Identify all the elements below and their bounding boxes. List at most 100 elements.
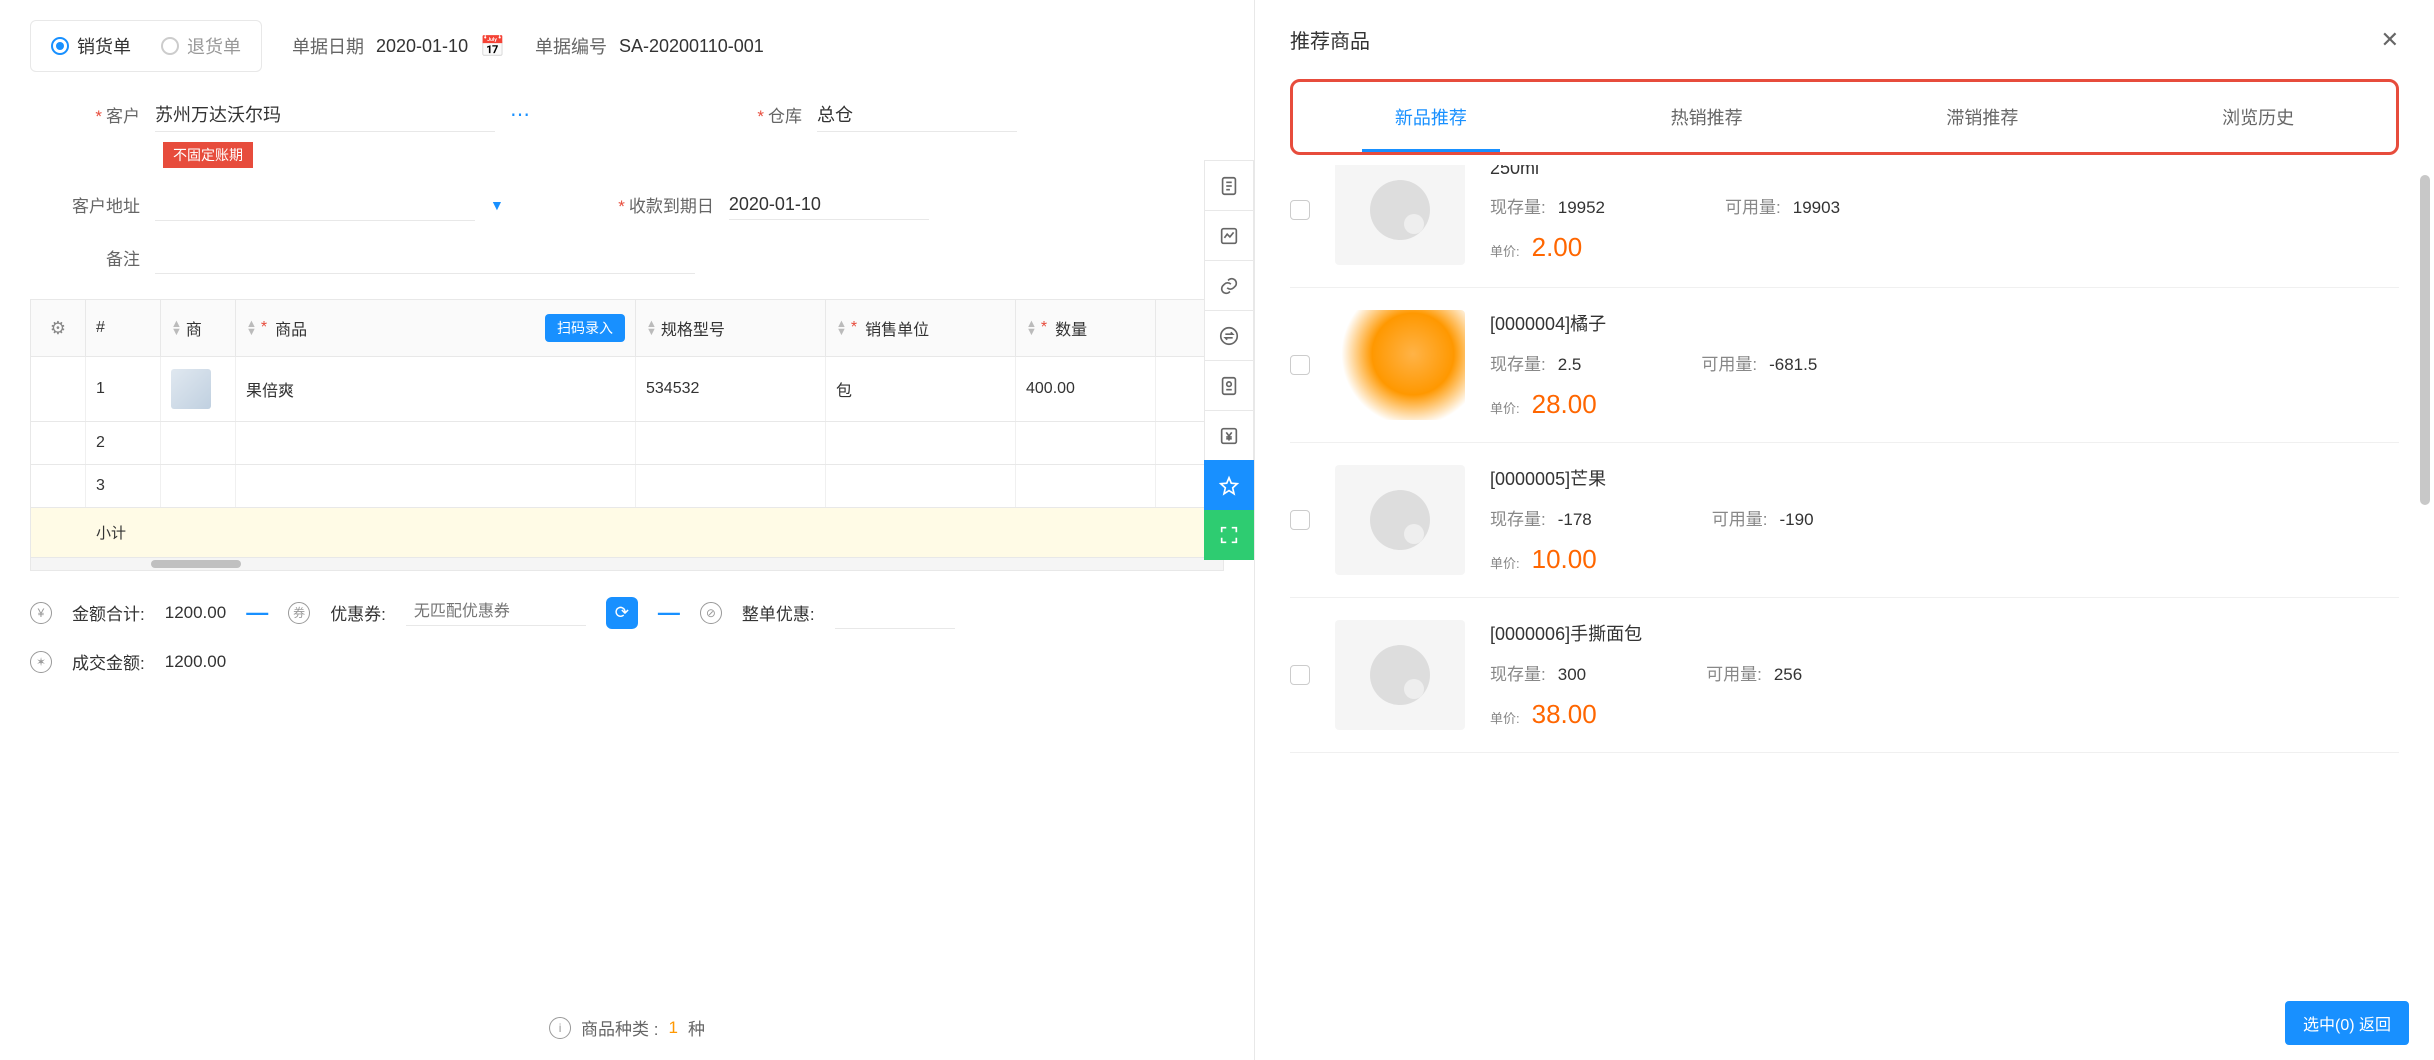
coupon-refresh-button[interactable]: ⟳ bbox=[606, 597, 638, 629]
total-label: 金额合计: bbox=[72, 600, 145, 625]
stock-value: 19952 bbox=[1558, 198, 1605, 218]
product-checkbox[interactable] bbox=[1290, 200, 1310, 220]
recommend-tabs-highlight: 新品推荐 热销推荐 滞销推荐 浏览历史 bbox=[1290, 79, 2399, 155]
num-label: 单据编号 bbox=[535, 33, 607, 59]
coupon-input[interactable] bbox=[406, 599, 586, 626]
sort-icon[interactable]: ▲▼ bbox=[171, 320, 182, 336]
tool-chart-icon[interactable] bbox=[1204, 210, 1254, 260]
col-unit: 销售单位 bbox=[865, 316, 929, 340]
table-row[interactable]: 2 bbox=[31, 422, 1223, 465]
avail-label: 可用量: bbox=[1701, 350, 1757, 375]
tab-sales-label: 销货单 bbox=[77, 33, 131, 59]
row-qty: 400.00 bbox=[1016, 357, 1156, 421]
avail-label: 可用量: bbox=[1712, 505, 1768, 530]
table-row[interactable]: 1 果倍爽 534532 包 400.00 bbox=[31, 357, 1223, 422]
product-image bbox=[1335, 310, 1465, 420]
tool-star-icon[interactable] bbox=[1204, 460, 1254, 510]
adjust-input[interactable] bbox=[835, 596, 955, 629]
tab-new-products[interactable]: 新品推荐 bbox=[1293, 90, 1569, 144]
due-value[interactable]: 2020-01-10 bbox=[729, 190, 929, 220]
address-label: 客户地址 bbox=[30, 192, 140, 217]
customer-value[interactable]: 苏州万达沃尔玛 bbox=[155, 97, 495, 132]
price-label: 单价: bbox=[1490, 241, 1520, 260]
row-product bbox=[236, 465, 636, 507]
side-toolbar bbox=[1204, 160, 1254, 560]
settle-icon: ✶ bbox=[30, 651, 52, 673]
types-unit: 种 bbox=[688, 1015, 705, 1040]
address-input[interactable] bbox=[155, 188, 475, 221]
scan-input-button[interactable]: 扫码录入 bbox=[545, 314, 625, 342]
tool-link-icon[interactable] bbox=[1204, 260, 1254, 310]
tool-doc-icon[interactable] bbox=[1204, 160, 1254, 210]
sort-icon[interactable]: ▲▼ bbox=[246, 320, 257, 336]
yen-icon: ¥ bbox=[30, 602, 52, 624]
tab-sales[interactable]: 销货单 bbox=[51, 33, 131, 59]
dash-icon: — bbox=[658, 600, 680, 626]
row-product bbox=[236, 422, 636, 464]
tab-returns[interactable]: 退货单 bbox=[161, 33, 241, 59]
avail-label: 可用量: bbox=[1706, 660, 1762, 685]
product-checkbox[interactable] bbox=[1290, 510, 1310, 530]
tool-expand-icon[interactable] bbox=[1204, 510, 1254, 560]
select-return-button[interactable]: 选中(0) 返回 bbox=[2285, 1001, 2409, 1045]
product-item: 250ml 现存量:19952 可用量:19903 单价:2.00 bbox=[1290, 165, 2399, 288]
sort-icon[interactable]: ▲▼ bbox=[646, 320, 657, 336]
remark-input[interactable] bbox=[155, 241, 695, 274]
stock-label: 现存量: bbox=[1490, 660, 1546, 685]
product-image bbox=[1335, 465, 1465, 575]
product-item: [0000006]手撕面包 现存量:300 可用量:256 单价:38.00 bbox=[1290, 598, 2399, 753]
row-spec bbox=[636, 465, 826, 507]
stock-value: 300 bbox=[1558, 665, 1586, 685]
col-spec: 规格型号 bbox=[661, 316, 725, 340]
row-qty bbox=[1016, 422, 1156, 464]
vertical-scrollbar[interactable] bbox=[2420, 175, 2430, 505]
product-checkbox[interactable] bbox=[1290, 665, 1310, 685]
product-item: [0000004]橘子 现存量:2.5 可用量:-681.5 单价:28.00 bbox=[1290, 288, 2399, 443]
date-value[interactable]: 2020-01-10 bbox=[376, 36, 468, 57]
tool-swap-icon[interactable] bbox=[1204, 310, 1254, 360]
row-unit bbox=[826, 465, 1016, 507]
stock-label: 现存量: bbox=[1490, 505, 1546, 530]
col-qty: 数量 bbox=[1055, 316, 1087, 340]
discount-icon: ⊘ bbox=[700, 602, 722, 624]
warehouse-value[interactable]: 总仓 bbox=[817, 97, 1017, 132]
product-item: [0000005]芒果 现存量:-178 可用量:-190 单价:10.00 bbox=[1290, 443, 2399, 598]
col-product: 商品 bbox=[275, 316, 307, 340]
gear-icon[interactable]: ⚙ bbox=[50, 318, 66, 339]
tool-yen-icon[interactable] bbox=[1204, 410, 1254, 460]
row-product: 果倍爽 bbox=[236, 357, 636, 421]
price-value: 38.00 bbox=[1532, 699, 1597, 730]
tab-browse-history[interactable]: 浏览历史 bbox=[2120, 90, 2396, 144]
sort-icon[interactable]: ▲▼ bbox=[836, 320, 847, 336]
line-items-grid: ⚙ # ▲▼商 ▲▼*商品扫码录入 ▲▼规格型号 ▲▼*销售单位 ▲▼*数量 1… bbox=[30, 299, 1224, 571]
row-unit: 包 bbox=[826, 357, 1016, 421]
row-index: 3 bbox=[86, 465, 161, 507]
tab-slow-products[interactable]: 滞销推荐 bbox=[1845, 90, 2121, 144]
order-type-tabs: 销货单 退货单 bbox=[30, 20, 262, 72]
col-thumb: 商 bbox=[186, 316, 202, 340]
dash-icon: — bbox=[246, 600, 268, 626]
table-row[interactable]: 3 bbox=[31, 465, 1223, 508]
tool-receipt-icon[interactable] bbox=[1204, 360, 1254, 410]
customer-picker-icon[interactable]: ⋯ bbox=[510, 102, 532, 127]
stock-value: -178 bbox=[1558, 510, 1592, 530]
types-value: 1 bbox=[668, 1018, 677, 1038]
price-label: 单价: bbox=[1490, 398, 1520, 417]
customer-label: 客户 bbox=[106, 107, 140, 126]
horizontal-scrollbar[interactable] bbox=[31, 558, 1223, 570]
address-dropdown-icon[interactable]: ▼ bbox=[490, 197, 504, 213]
tab-hot-products[interactable]: 热销推荐 bbox=[1569, 90, 1845, 144]
badge-no-fixed-period: 不固定账期 bbox=[163, 142, 253, 168]
sort-icon[interactable]: ▲▼ bbox=[1026, 320, 1037, 336]
calendar-icon[interactable]: 📅 bbox=[480, 34, 505, 59]
col-num: # bbox=[96, 319, 105, 337]
row-spec: 534532 bbox=[636, 357, 826, 421]
product-checkbox[interactable] bbox=[1290, 355, 1310, 375]
settle-label: 成交金额: bbox=[72, 649, 145, 674]
row-qty bbox=[1016, 465, 1156, 507]
row-unit bbox=[826, 422, 1016, 464]
close-icon[interactable]: ✕ bbox=[2381, 27, 2399, 53]
avail-label: 可用量: bbox=[1725, 193, 1781, 218]
row-spec bbox=[636, 422, 826, 464]
product-thumb bbox=[171, 369, 211, 409]
